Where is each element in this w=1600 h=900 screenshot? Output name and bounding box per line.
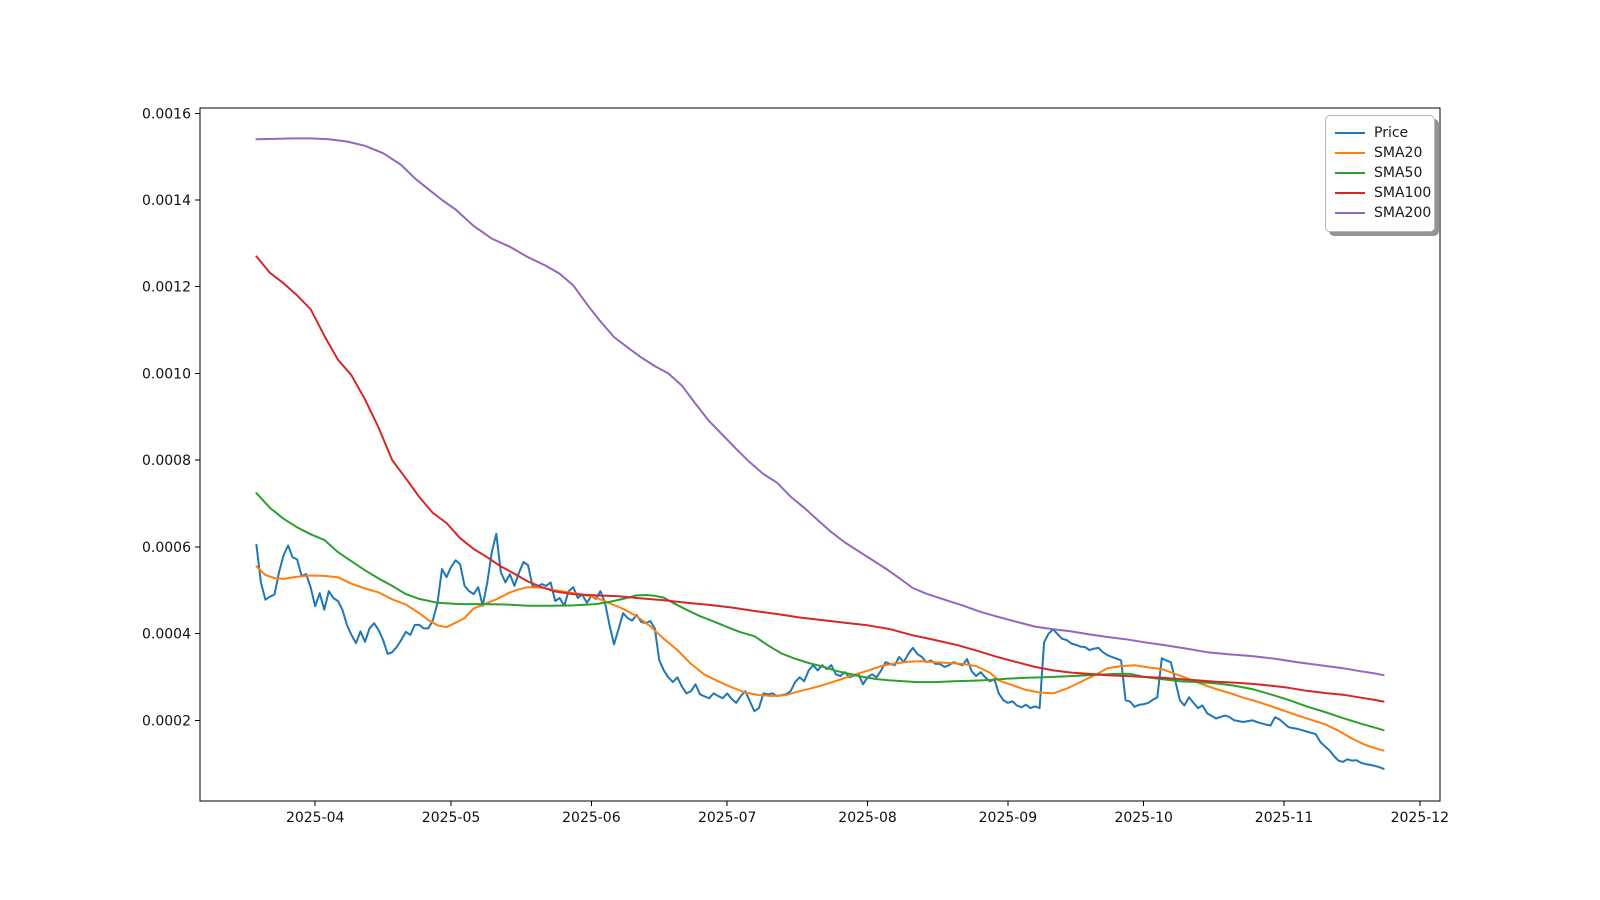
x-tick-label: 2025-09	[979, 810, 1038, 826]
x-tick-label: 2025-04	[286, 810, 345, 826]
x-tick-label: 2025-12	[1391, 810, 1450, 826]
legend-label: SMA50	[1374, 165, 1423, 181]
series-line-sma100	[255, 255, 1385, 703]
axes-frame	[199, 107, 1441, 802]
series-line-sma200	[255, 137, 1385, 677]
series-line-price	[255, 532, 1385, 770]
x-tick-label: 2025-07	[698, 810, 757, 826]
y-tick-label: 0.0008	[142, 453, 191, 469]
legend-line-sample-icon	[1335, 132, 1365, 134]
legend-label: SMA100	[1374, 185, 1432, 201]
legend-line-sample-icon	[1335, 212, 1365, 214]
legend-item-sma50: SMA50	[1335, 163, 1425, 183]
y-tick-label: 0.0006	[142, 540, 191, 556]
legend-item-price: Price	[1335, 123, 1425, 143]
legend-item-sma20: SMA20	[1335, 143, 1425, 163]
x-tick-label: 2025-10	[1114, 810, 1173, 826]
x-tick-label: 2025-06	[562, 810, 621, 826]
x-tick-label: 2025-11	[1255, 810, 1314, 826]
y-tick-label: 0.0004	[142, 627, 191, 643]
legend-label: Price	[1374, 125, 1409, 141]
y-tick-label: 0.0010	[142, 366, 191, 382]
legend-label: SMA20	[1374, 145, 1423, 161]
legend-label: SMA200	[1374, 205, 1432, 221]
y-tick-label: 0.0012	[142, 280, 191, 296]
y-tick-label: 0.0016	[142, 106, 191, 122]
legend: Price SMA20 SMA50 SMA100 SMA200	[1325, 115, 1435, 232]
y-tick-label: 0.0002	[142, 713, 191, 729]
legend-item-sma100: SMA100	[1335, 183, 1431, 203]
y-tick-label: 0.0014	[142, 193, 191, 209]
x-tick-label: 2025-05	[422, 810, 481, 826]
legend-line-sample-icon	[1335, 192, 1365, 194]
legend-line-sample-icon	[1335, 172, 1365, 174]
legend-line-sample-icon	[1335, 152, 1365, 154]
figure: 2025-04 2025-05 2025-06 2025-07 2025-08 2025-…	[0, 0, 1600, 900]
series-line-sma20	[255, 565, 1385, 752]
legend-item-sma200: SMA200	[1335, 203, 1431, 223]
series-line-sma50	[255, 492, 1385, 732]
x-tick-label: 2025-08	[838, 810, 897, 826]
